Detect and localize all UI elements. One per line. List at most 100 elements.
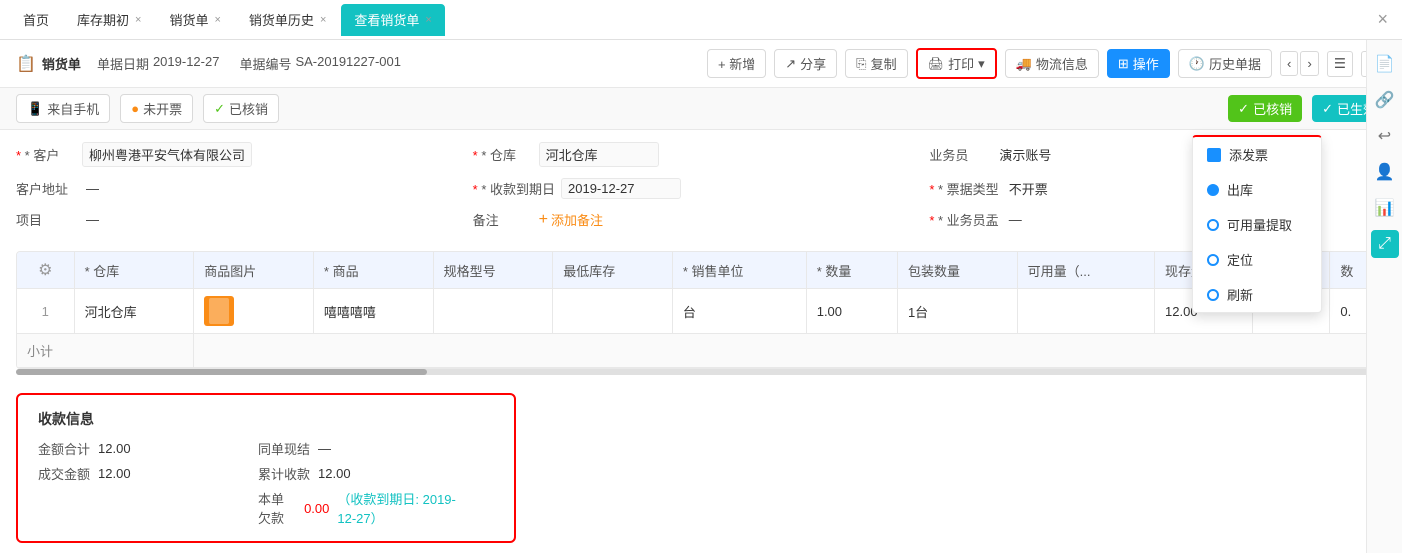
locate-icon [1207, 254, 1219, 266]
row-qty: 1.00 [806, 289, 897, 334]
due-date-field: * 收款到期日 2019-12-27 [473, 178, 930, 199]
tab-inventory[interactable]: 库存期初 × [64, 4, 154, 36]
tab-sales-close[interactable]: × [214, 14, 220, 26]
add-note-button[interactable]: + 添加备注 [539, 210, 603, 229]
share-button[interactable]: ↗ 分享 [774, 49, 837, 78]
row-pkg-qty: 1台 [897, 289, 1017, 334]
doc-meta: 单据日期 2019-12-27 单据编号 SA-20191227-001 [97, 54, 401, 73]
bill-type-value: 不开票 [1005, 177, 1052, 200]
add-invoice-item[interactable]: 添发票 [1193, 137, 1321, 172]
available-qty-item[interactable]: 可用量提取 [1193, 207, 1321, 242]
outbound-label: 出库 [1227, 180, 1253, 199]
next-button[interactable]: › [1300, 51, 1318, 76]
gear-icon[interactable]: ⚙ [38, 262, 52, 279]
due-date-value[interactable]: 2019-12-27 [561, 178, 681, 199]
tab-home[interactable]: 首页 [10, 4, 62, 36]
row-min-stock [553, 289, 673, 334]
tab-sales[interactable]: 销货单 × [156, 4, 233, 36]
bill-type-label: * 票据类型 [929, 179, 998, 198]
prev-button[interactable]: ‹ [1280, 51, 1298, 76]
list-view-button[interactable]: ☰ [1327, 51, 1353, 77]
copy-icon: ⎘ [856, 56, 866, 72]
project-value: — [82, 210, 103, 229]
th-product: * 商品 [313, 252, 433, 289]
print-button[interactable]: 🖨 打印 ▾ [916, 48, 997, 79]
payment-overdue: 本单欠款 0.00 （收款到期日: 2019-12-27） [258, 489, 458, 527]
staff-label: 业务员 [929, 145, 989, 164]
action-row: 📱 来自手机 ● 未开票 ✓ 已核销 ✓ 已核销 ✓ 已生效 [0, 88, 1402, 130]
logistics-button[interactable]: 🚚 物流信息 [1005, 49, 1099, 78]
tab-inventory-label: 库存期初 [77, 10, 129, 29]
note-field: 备注 + 添加备注 [473, 210, 930, 229]
add-invoice-label: 添发票 [1229, 145, 1268, 164]
payment-deal-amount: 成交金额 12.00 [38, 464, 238, 483]
product-image-inner [209, 298, 229, 324]
outbound-icon [1207, 184, 1219, 196]
operations-button[interactable]: ⊞ 操作 [1107, 49, 1170, 78]
sidebar-icon-expand[interactable]: ⤢ [1371, 230, 1399, 258]
main-content: 📋 销货单 单据日期 2019-12-27 单据编号 SA-20191227-0… [0, 40, 1402, 553]
overdue-value: 0.00 [304, 501, 329, 516]
payment-grid: 金额合计 12.00 同单现结 — 成交金额 12.00 累计收款 12.00 … [38, 439, 494, 527]
th-gear[interactable]: ⚙ [17, 252, 74, 289]
agent-label: * 业务员盂 [929, 210, 998, 229]
row-product: 嘻嘻嘻嘻 [313, 289, 433, 334]
project-field: 项目 — [16, 210, 473, 229]
outbound-item[interactable]: 出库 [1193, 172, 1321, 207]
th-warehouse: * 仓库 [74, 252, 194, 289]
history-button[interactable]: 🕐 历史单据 [1178, 49, 1272, 78]
row-spec [433, 289, 553, 334]
subtotal-label: 小计 [17, 334, 194, 368]
doc-number-label: 单据编号 SA-20191227-001 [239, 54, 401, 73]
new-button[interactable]: + 新增 [707, 49, 766, 78]
address-value: — [82, 179, 103, 198]
tab-view-sales[interactable]: 查看销货单 × [341, 4, 444, 36]
check-button[interactable]: ✓ 已核销 [203, 94, 279, 123]
th-product-img: 商品图片 [194, 252, 314, 289]
right-sidebar: 📄 🔗 ↩ 👤 📊 ⤢ [1366, 40, 1402, 553]
from-phone-button[interactable]: 📱 来自手机 [16, 94, 110, 123]
doc-date-label: 单据日期 2019-12-27 [97, 54, 220, 73]
refresh-label: 刷新 [1227, 285, 1253, 304]
scroll-hint[interactable] [16, 369, 1386, 375]
sidebar-icon-doc[interactable]: 📄 [1371, 50, 1399, 78]
refresh-item[interactable]: 刷新 [1193, 277, 1321, 312]
project-label: 项目 [16, 210, 76, 229]
locate-label: 定位 [1227, 250, 1253, 269]
agent-value: — [1005, 210, 1026, 229]
payment-cumulative: 累计收款 12.00 [258, 464, 458, 483]
toolbar: + 新增 ↗ 分享 ⎘ 复制 🖨 打印 ▾ 🚚 物流信息 ⊞ 操作 [707, 48, 1386, 79]
sidebar-icon-chart[interactable]: 📊 [1371, 194, 1399, 222]
customer-value[interactable]: 柳州粤港平安气体有限公司 [82, 142, 252, 167]
customer-field: * 客户 柳州粤港平安气体有限公司 [16, 142, 473, 167]
tab-inventory-close[interactable]: × [135, 14, 141, 26]
available-qty-label: 可用量提取 [1227, 215, 1292, 234]
deal-amount-value: 12.00 [98, 466, 131, 481]
payment-title: 收款信息 [38, 409, 494, 429]
locate-item[interactable]: 定位 [1193, 242, 1321, 277]
phone-icon: 📱 [27, 101, 43, 117]
copy-button[interactable]: ⎘ 复制 [845, 49, 907, 78]
form-row-1: * 客户 柳州粤港平安气体有限公司 * 仓库 河北仓库 业务员 演示账号 [16, 142, 1386, 167]
warehouse-value[interactable]: 河北仓库 [539, 142, 659, 167]
plus-icon: + [539, 211, 548, 229]
amount-value: 12.00 [98, 441, 131, 456]
sidebar-icon-link[interactable]: 🔗 [1371, 86, 1399, 114]
tab-view-sales-close[interactable]: × [425, 14, 431, 26]
sidebar-icon-user[interactable]: 👤 [1371, 158, 1399, 186]
warehouse-field: * 仓库 河北仓库 [473, 142, 930, 167]
logistics-icon: 🚚 [1016, 56, 1032, 72]
payment-same-order: 同单现结 — [258, 439, 458, 458]
tab-sales-history-close[interactable]: × [320, 14, 326, 26]
sidebar-icon-undo[interactable]: ↩ [1371, 122, 1399, 150]
warehouse-label: * 仓库 [473, 145, 533, 164]
tab-sales-history[interactable]: 销货单历史 × [236, 4, 339, 36]
tab-sales-label: 销货单 [169, 10, 208, 29]
sold-badge: ✓ 已核销 [1228, 95, 1302, 122]
th-min-stock: 最低库存 [553, 252, 673, 289]
window-close-button[interactable]: × [1373, 5, 1392, 34]
unopened-button[interactable]: ● 未开票 [120, 94, 193, 123]
table-header-row: ⚙ * 仓库 商品图片 * 商品 规格型号 最低库存 * 销售单位 * 数量 包… [17, 252, 1385, 289]
operations-icon: ⊞ [1118, 56, 1129, 72]
check-icon: ✓ [214, 101, 225, 117]
